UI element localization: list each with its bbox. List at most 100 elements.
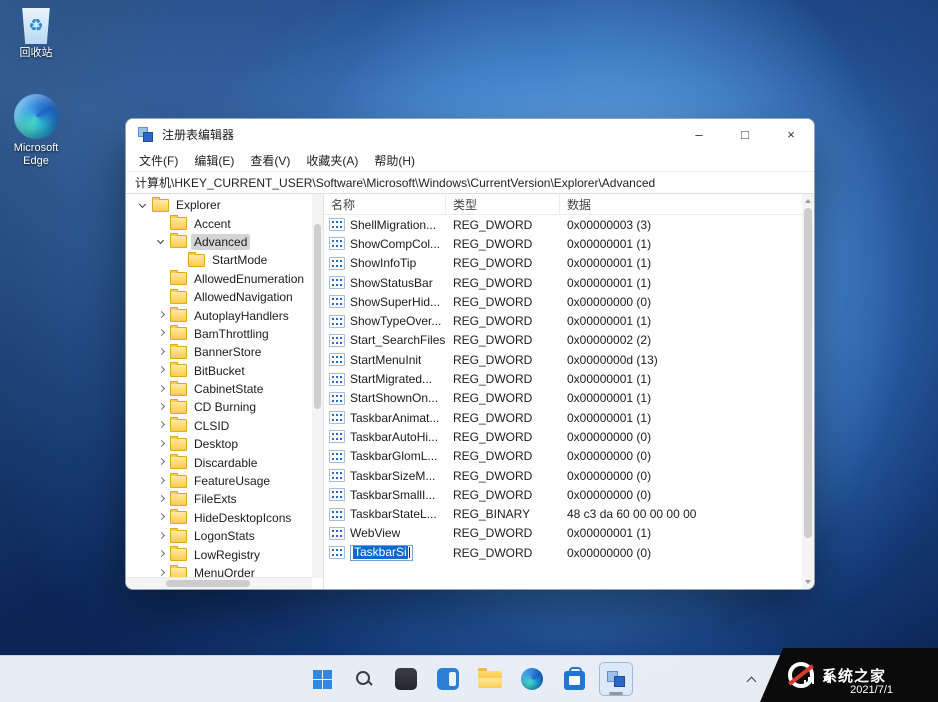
value-row-TaskbarGlomL[interactable]: TaskbarGlomL...REG_DWORD0x00000000 (0) [324, 447, 802, 466]
tree-item-LowRegistry[interactable]: LowRegistry [126, 545, 312, 563]
menu-item-0[interactable]: 文件(F) [131, 150, 186, 171]
tree-horizontal-scrollbar[interactable] [126, 577, 312, 589]
value-row-Start_SearchFiles[interactable]: Start_SearchFilesREG_DWORD0x00000002 (2) [324, 331, 802, 350]
tree-item-Discardable[interactable]: Discardable [126, 453, 312, 471]
tree-item-Explorer[interactable]: Explorer [126, 196, 312, 214]
value-row-StartMenuInit[interactable]: StartMenuInitREG_DWORD0x0000000d (13) [324, 350, 802, 369]
value-row-TaskbarSi[interactable]: TaskbarSiREG_DWORD0x00000000 (0) [324, 543, 802, 562]
value-row-StartMigrated[interactable]: StartMigrated...REG_DWORD0x00000001 (1) [324, 369, 802, 388]
folder-icon [170, 438, 187, 451]
tree-item-MenuOrder[interactable]: MenuOrder [126, 564, 312, 578]
tree-item-LogonStats[interactable]: LogonStats [126, 527, 312, 545]
tray-icons[interactable] [804, 674, 834, 684]
chevron-right-icon[interactable] [154, 382, 169, 397]
tree-item-AutoplayHandlers[interactable]: AutoplayHandlers [126, 306, 312, 324]
tree-item-HideDesktopIcons[interactable]: HideDesktopIcons [126, 509, 312, 527]
tree-item-CD-Burning[interactable]: CD Burning [126, 398, 312, 416]
search-button[interactable] [347, 662, 381, 696]
chevron-down-icon[interactable] [136, 198, 151, 213]
tree-item-FileExts[interactable]: FileExts [126, 490, 312, 508]
tree-item-BamThrottling[interactable]: BamThrottling [126, 325, 312, 343]
taskbar-clock[interactable]: 2021/7/1 [850, 684, 893, 696]
volume-icon[interactable] [824, 674, 834, 684]
tree-item-FeatureUsage[interactable]: FeatureUsage [126, 472, 312, 490]
store-button[interactable] [557, 662, 591, 696]
value-row-StartShownOn[interactable]: StartShownOn...REG_DWORD0x00000001 (1) [324, 389, 802, 408]
tree-item-StartMode[interactable]: StartMode [126, 251, 312, 269]
chevron-right-icon[interactable] [154, 529, 169, 544]
rename-input[interactable]: TaskbarSi [350, 545, 413, 561]
tree-item-BitBucket[interactable]: BitBucket [126, 362, 312, 380]
value-row-ShowCompCol[interactable]: ShowCompCol...REG_DWORD0x00000001 (1) [324, 234, 802, 253]
chevron-right-icon[interactable] [154, 418, 169, 433]
value-row-ShowInfoTip[interactable]: ShowInfoTipREG_DWORD0x00000001 (1) [324, 254, 802, 273]
menu-item-1[interactable]: 编辑(E) [186, 150, 242, 171]
file-explorer-button[interactable] [473, 662, 507, 696]
tray-overflow-chevron-icon[interactable] [747, 676, 756, 685]
start-button[interactable] [305, 662, 339, 696]
tree-item-AllowedEnumeration[interactable]: AllowedEnumeration [126, 270, 312, 288]
chevron-right-icon[interactable] [154, 308, 169, 323]
recycle-bin-shortcut[interactable]: ♻ 回收站 [0, 8, 72, 60]
list-vertical-scrollbar[interactable] [802, 194, 814, 589]
close-button[interactable]: × [768, 119, 814, 149]
regedit-taskbar-button[interactable] [599, 662, 633, 696]
value-row-ShowTypeOver[interactable]: ShowTypeOver...REG_DWORD0x00000001 (1) [324, 311, 802, 330]
scroll-down-icon[interactable] [805, 580, 811, 584]
task-view-icon [437, 668, 459, 690]
active-app-indicator [609, 692, 623, 695]
title-bar[interactable]: 注册表编辑器 – □ × [126, 119, 814, 149]
column-header-2[interactable]: 数据 [560, 194, 802, 214]
chevron-right-icon[interactable] [154, 474, 169, 489]
tree-item-AllowedNavigation[interactable]: AllowedNavigation [126, 288, 312, 306]
tree-item-Advanced[interactable]: Advanced [126, 233, 312, 251]
value-row-ShowStatusBar[interactable]: ShowStatusBarREG_DWORD0x00000001 (1) [324, 273, 802, 292]
menu-item-2[interactable]: 查看(V) [242, 150, 298, 171]
value-row-ShellMigration[interactable]: ShellMigration...REG_DWORD0x00000003 (3) [324, 215, 802, 234]
value-row-TaskbarAnimat[interactable]: TaskbarAnimat...REG_DWORD0x00000001 (1) [324, 408, 802, 427]
scroll-up-icon[interactable] [805, 199, 811, 203]
value-row-ShowSuperHid[interactable]: ShowSuperHid...REG_DWORD0x00000000 (0) [324, 292, 802, 311]
chevron-right-icon[interactable] [154, 363, 169, 378]
tree-vertical-scrollbar[interactable] [312, 194, 323, 578]
value-row-TaskbarSmallI[interactable]: TaskbarSmallI...REG_DWORD0x00000000 (0) [324, 485, 802, 504]
menu-item-4[interactable]: 帮助(H) [366, 150, 423, 171]
value-name-cell: StartShownOn... [324, 391, 446, 405]
address-bar[interactable]: 计算机\HKEY_CURRENT_USER\Software\Microsoft… [126, 171, 814, 194]
tree-item-CabinetState[interactable]: CabinetState [126, 380, 312, 398]
chevron-right-icon[interactable] [154, 345, 169, 360]
column-header-0[interactable]: 名称 [324, 194, 446, 214]
console-button[interactable] [389, 662, 423, 696]
chevron-right-icon[interactable] [154, 400, 169, 415]
chevron-right-icon[interactable] [154, 437, 169, 452]
task-view-button[interactable] [431, 662, 465, 696]
tree-vscroll-thumb[interactable] [314, 224, 321, 409]
tree-item-CLSID[interactable]: CLSID [126, 417, 312, 435]
chevron-right-icon[interactable] [154, 510, 169, 525]
chevron-right-icon[interactable] [154, 326, 169, 341]
value-row-TaskbarAutoHi[interactable]: TaskbarAutoHi...REG_DWORD0x00000000 (0) [324, 427, 802, 446]
chevron-right-icon[interactable] [154, 455, 169, 470]
maximize-button[interactable]: □ [722, 119, 768, 149]
value-row-WebView[interactable]: WebViewREG_DWORD0x00000001 (1) [324, 524, 802, 543]
column-header-1[interactable]: 类型 [446, 194, 560, 214]
minimize-button[interactable]: – [676, 119, 722, 149]
value-type: REG_DWORD [446, 488, 560, 502]
network-icon[interactable] [804, 674, 815, 684]
chevron-down-icon[interactable] [154, 234, 169, 249]
chevron-right-icon[interactable] [154, 492, 169, 507]
tree-hscroll-thumb[interactable] [166, 580, 250, 587]
tree-item-label: Explorer [173, 197, 224, 213]
value-data: 0x00000001 (1) [560, 276, 802, 290]
tree-item-Desktop[interactable]: Desktop [126, 435, 312, 453]
edge-shortcut[interactable]: Microsoft Edge [0, 94, 72, 168]
value-row-TaskbarSizeM[interactable]: TaskbarSizeM...REG_DWORD0x00000000 (0) [324, 466, 802, 485]
tree-item-BannerStore[interactable]: BannerStore [126, 343, 312, 361]
value-row-TaskbarStateL[interactable]: TaskbarStateL...REG_BINARY48 c3 da 60 00… [324, 504, 802, 523]
list-vscroll-thumb[interactable] [804, 208, 812, 538]
menu-item-3[interactable]: 收藏夹(A) [298, 150, 366, 171]
chevron-right-icon[interactable] [154, 547, 169, 562]
edge-taskbar-button[interactable] [515, 662, 549, 696]
value-name-cell: TaskbarStateL... [324, 507, 446, 521]
tree-item-Accent[interactable]: Accent [126, 214, 312, 232]
